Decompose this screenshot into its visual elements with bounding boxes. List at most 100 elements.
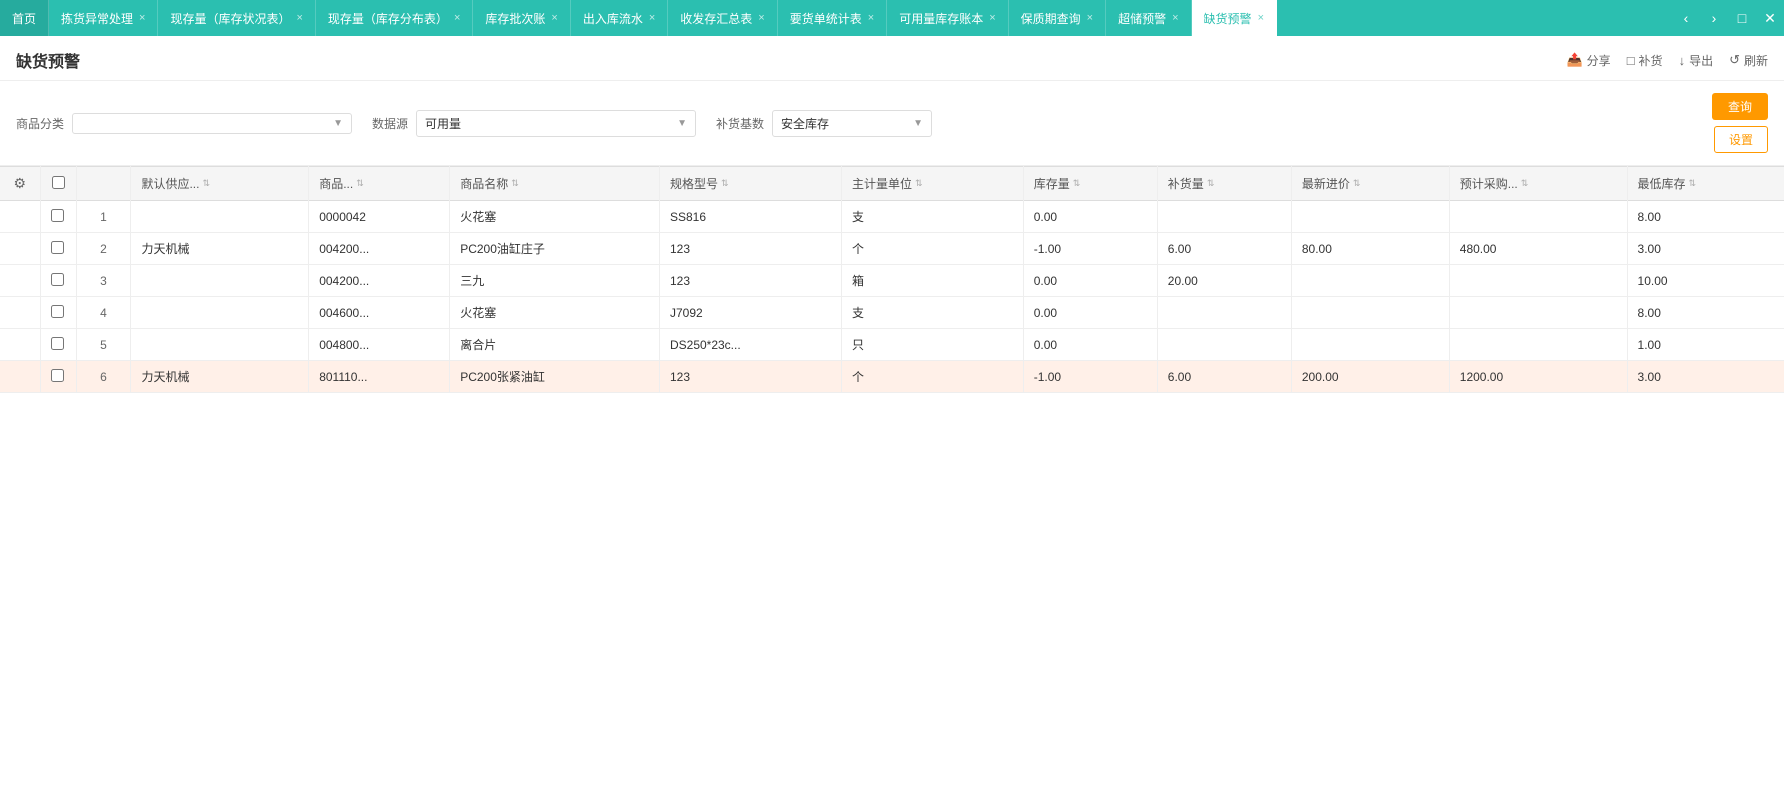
tab-restore-btn[interactable]: □ [1728,0,1756,36]
sort-spec[interactable]: 规格型号 ⇅ [670,175,729,192]
tab-shortage[interactable]: 缺货预警 × [1192,0,1277,36]
close-tab-demand-stats[interactable]: × [868,12,874,24]
tab-expiry-query[interactable]: 保质期查询 × [1009,0,1106,36]
td-stock: 0.00 [1023,265,1157,297]
th-unit[interactable]: 主计量单位 ⇅ [842,167,1024,201]
td-settings [0,201,40,233]
th-spec[interactable]: 规格型号 ⇅ [659,167,841,201]
share-button[interactable]: 📤 分享 [1566,52,1610,69]
sort-stock[interactable]: 库存量 ⇅ [1034,175,1081,192]
sort-icon-min-stock: ⇅ [1689,178,1697,189]
td-supplier [131,201,309,233]
sort-code[interactable]: 商品... ⇅ [319,175,364,192]
row-checkbox[interactable] [51,369,64,382]
row-checkbox[interactable] [51,273,64,286]
close-tab-batch-account[interactable]: × [551,12,557,24]
refresh-button[interactable]: ↺ 刷新 [1729,52,1768,69]
close-tab-available-ledger[interactable]: × [989,12,995,24]
td-min-stock: 3.00 [1627,361,1784,393]
sort-icon-latest-price: ⇅ [1353,178,1361,189]
td-spec: 123 [659,361,841,393]
close-tab-expiry-query[interactable]: × [1087,12,1093,24]
tab-demand-stats[interactable]: 要货单统计表 × [778,0,887,36]
close-tab-shortage[interactable]: × [1258,12,1264,24]
tab-nav-prev[interactable]: ‹ [1672,0,1700,36]
sort-supplier[interactable]: 默认供应... ⇅ [141,175,210,192]
datasource-dropdown-icon: ▼ [677,118,687,129]
sort-restock[interactable]: 补货量 ⇅ [1168,175,1215,192]
td-name: 离合片 [450,329,660,361]
td-settings [0,265,40,297]
category-select[interactable]: ▼ [72,113,352,134]
td-est-purchase [1449,201,1627,233]
close-tab-inout-flow[interactable]: × [649,12,655,24]
tab-batch-account[interactable]: 库存批次账 × [473,0,570,36]
export-button[interactable]: ↓ 导出 [1679,52,1714,69]
settings-button[interactable]: 设置 [1714,126,1768,153]
close-tab-inventory-status[interactable]: × [296,12,302,24]
tab-inventory-status[interactable]: 现存量（库存状况表） × [158,0,315,36]
td-restock [1157,201,1291,233]
table-row: 5004800...离合片DS250*23c...只0.001.00 [0,329,1784,361]
td-settings [0,361,40,393]
td-restock: 6.00 [1157,233,1291,265]
close-tab-inventory-dist[interactable]: × [454,12,460,24]
td-spec: J7092 [659,297,841,329]
tab-overstock[interactable]: 超储预警 × [1106,0,1191,36]
row-checkbox[interactable] [51,305,64,318]
th-min-stock[interactable]: 最低库存 ⇅ [1627,167,1784,201]
td-min-stock: 10.00 [1627,265,1784,297]
sort-est-purchase[interactable]: 预计采购... ⇅ [1460,175,1529,192]
sort-unit[interactable]: 主计量单位 ⇅ [852,175,923,192]
th-restock[interactable]: 补货量 ⇅ [1157,167,1291,201]
td-code: 004200... [309,265,450,297]
tab-home[interactable]: 首页 [0,0,49,36]
sort-min-stock[interactable]: 最低库存 ⇅ [1638,175,1697,192]
sort-latest-price[interactable]: 最新进价 ⇅ [1302,175,1361,192]
select-all-checkbox[interactable] [52,176,65,189]
datasource-select[interactable]: 可用量 ▼ [416,110,696,137]
settings-gear-icon[interactable]: ⚙ [13,175,26,191]
close-tab-abnormal[interactable]: × [139,12,145,24]
base-select[interactable]: 安全库存 ▼ [772,110,932,137]
td-stock: -1.00 [1023,361,1157,393]
tab-available-ledger[interactable]: 可用量库存账本 × [887,0,1008,36]
close-tab-overstock[interactable]: × [1172,12,1178,24]
restock-button[interactable]: □ 补货 [1627,52,1663,69]
th-supplier[interactable]: 默认供应... ⇅ [131,167,309,201]
query-button[interactable]: 查询 [1712,93,1768,120]
tab-collect-summary[interactable]: 收发存汇总表 × [668,0,777,36]
tab-inventory-dist[interactable]: 现存量（库存分布表） × [316,0,473,36]
sort-name[interactable]: 商品名称 ⇅ [460,175,519,192]
td-est-purchase [1449,297,1627,329]
filter-area: 商品分类 ▼ 数据源 可用量 ▼ 补货基数 安全库存 ▼ 查询 设置 [0,81,1784,166]
tab-close-btn[interactable]: ✕ [1756,0,1784,36]
td-supplier [131,297,309,329]
category-filter-group: 商品分类 ▼ [16,113,352,134]
tab-abnormal[interactable]: 拣货异常处理 × [49,0,158,36]
th-latest-price[interactable]: 最新进价 ⇅ [1291,167,1449,201]
category-label: 商品分类 [16,115,64,132]
row-checkbox[interactable] [51,209,64,222]
table-row: 6力天机械801110...PC200张紧油缸123个-1.006.00200.… [0,361,1784,393]
filter-right-actions: 查询 设置 [1712,93,1768,153]
close-tab-collect-summary[interactable]: × [758,12,764,24]
table-row: 3004200...三九123箱0.0020.0010.00 [0,265,1784,297]
th-code[interactable]: 商品... ⇅ [309,167,450,201]
td-supplier [131,329,309,361]
td-latest-price [1291,297,1449,329]
tab-nav-next[interactable]: › [1700,0,1728,36]
td-latest-price [1291,265,1449,297]
td-settings [0,297,40,329]
th-stock[interactable]: 库存量 ⇅ [1023,167,1157,201]
row-checkbox[interactable] [51,337,64,350]
sort-icon-est-purchase: ⇅ [1521,178,1529,189]
sort-icon-stock: ⇅ [1073,178,1081,189]
th-name[interactable]: 商品名称 ⇅ [450,167,660,201]
th-checkbox [40,167,76,201]
table-container: ⚙ 默认供应... ⇅ 商品... [0,166,1784,393]
td-supplier: 力天机械 [131,361,309,393]
row-checkbox[interactable] [51,241,64,254]
th-est-purchase[interactable]: 预计采购... ⇅ [1449,167,1627,201]
tab-inout-flow[interactable]: 出入库流水 × [571,0,668,36]
